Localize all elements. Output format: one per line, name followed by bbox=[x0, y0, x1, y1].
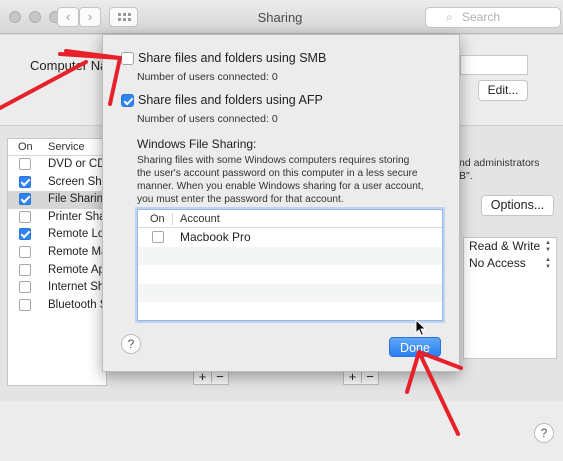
permission-popup[interactable]: Read & Write ▲ ▼ bbox=[464, 238, 556, 255]
description-line: the user's account password on this comp… bbox=[137, 168, 418, 179]
service-checkbox[interactable] bbox=[19, 175, 31, 188]
edit-button[interactable]: Edit... bbox=[478, 80, 528, 101]
smb-label: Share files and folders using SMB bbox=[138, 51, 327, 65]
chevron-right-icon: › bbox=[87, 9, 93, 24]
service-checkbox[interactable] bbox=[19, 228, 31, 241]
updown-arrows-icon: ▲ ▼ bbox=[545, 257, 551, 270]
service-checkbox[interactable] bbox=[19, 193, 31, 206]
computer-name-label: Computer Na bbox=[30, 58, 108, 73]
windows-sharing-description: Sharing files with some Windows computer… bbox=[137, 154, 437, 206]
empty-row bbox=[138, 265, 442, 284]
description-line: you must enter the password for that acc… bbox=[137, 194, 344, 205]
service-name: Bluetooth S bbox=[48, 298, 108, 311]
empty-row bbox=[138, 302, 442, 321]
back-button[interactable]: ‹ bbox=[57, 7, 79, 27]
service-row-dvd[interactable]: DVD or CD bbox=[8, 156, 106, 174]
permission-value: No Access bbox=[469, 256, 526, 270]
description-line: nd administrators bbox=[459, 157, 540, 169]
service-name: File Sharing bbox=[48, 193, 110, 206]
done-button[interactable]: Done bbox=[389, 337, 441, 357]
service-name: Screen Sha bbox=[48, 175, 109, 188]
service-name: Remote Ap bbox=[48, 263, 105, 276]
close-window-button[interactable] bbox=[9, 11, 21, 23]
minimize-window-button[interactable] bbox=[29, 11, 41, 23]
account-row[interactable]: Macbook Pro bbox=[138, 228, 442, 247]
permission-value: Read & Write bbox=[469, 239, 541, 253]
afp-label: Share files and folders using AFP bbox=[138, 93, 323, 107]
service-name: DVD or CD bbox=[48, 158, 106, 170]
description-line: B". bbox=[459, 170, 473, 182]
smb-checkbox[interactable] bbox=[121, 52, 134, 65]
service-row-file-sharing[interactable]: File Sharing bbox=[8, 191, 110, 209]
service-name: Printer Sha bbox=[48, 210, 106, 223]
empty-row bbox=[138, 283, 442, 303]
service-name: Remote Ma bbox=[48, 245, 108, 258]
file-sharing-options-sheet: Share files and folders using SMB Number… bbox=[102, 34, 460, 372]
description-line: manner. When you enable Windows sharing … bbox=[137, 181, 424, 192]
forward-button[interactable]: › bbox=[79, 7, 101, 27]
service-row-printer[interactable]: Printer Sha bbox=[8, 209, 106, 227]
service-checkbox[interactable] bbox=[19, 210, 31, 223]
account-checkbox[interactable] bbox=[152, 231, 164, 243]
options-button[interactable]: Options... bbox=[481, 195, 554, 216]
permissions-list: Read & Write ▲ ▼ No Access ▲ ▼ bbox=[463, 237, 557, 359]
mouse-pointer-icon bbox=[415, 319, 427, 337]
service-row-internet-sharing[interactable]: Internet Sh bbox=[8, 279, 106, 297]
description-line: Sharing files with some Windows computer… bbox=[137, 155, 410, 166]
search-field[interactable]: ⌕ Search bbox=[425, 7, 561, 28]
empty-row bbox=[138, 246, 442, 266]
account-name: Macbook Pro bbox=[180, 230, 251, 244]
service-name: Internet Sh bbox=[48, 281, 105, 294]
updown-arrows-icon: ▲ ▼ bbox=[545, 240, 551, 253]
sheet-help-button[interactable]: ? bbox=[121, 334, 141, 354]
accounts-header: On Account bbox=[138, 210, 442, 228]
chevron-left-icon: ‹ bbox=[65, 9, 71, 24]
help-button[interactable]: ? bbox=[534, 423, 554, 443]
service-row-remote-login[interactable]: Remote Log bbox=[8, 226, 111, 244]
col-on-header: On bbox=[150, 213, 165, 225]
col-account-header: Account bbox=[180, 213, 220, 225]
computer-name-field[interactable] bbox=[460, 55, 528, 75]
column-divider bbox=[172, 213, 173, 225]
service-row-bluetooth[interactable]: Bluetooth S bbox=[8, 297, 108, 315]
service-checkbox[interactable] bbox=[19, 281, 31, 294]
col-service-header: Service bbox=[48, 141, 85, 153]
accounts-table: On Account Macbook Pro bbox=[137, 209, 443, 321]
permission-popup[interactable]: No Access ▲ ▼ bbox=[464, 255, 556, 272]
services-header: On Service bbox=[8, 139, 106, 156]
afp-checkbox[interactable] bbox=[121, 94, 134, 107]
smb-users-count: Number of users connected: 0 bbox=[137, 71, 278, 83]
service-row-screen[interactable]: Screen Sha bbox=[8, 174, 109, 192]
service-row-remote-apple-events[interactable]: Remote Ap bbox=[8, 262, 106, 280]
sharing-description: nd administrators B". bbox=[459, 157, 540, 183]
window-title: Sharing bbox=[257, 10, 303, 25]
windows-sharing-title: Windows File Sharing: bbox=[137, 137, 257, 151]
services-list: On Service DVD or CD Screen Sha File Sha… bbox=[7, 138, 111, 386]
afp-users-count: Number of users connected: 0 bbox=[137, 113, 278, 125]
show-all-button[interactable] bbox=[109, 7, 138, 27]
service-checkbox[interactable] bbox=[19, 158, 31, 170]
title-bar: ‹ › Sharing ⌕ Search bbox=[0, 0, 563, 34]
magnifier-icon: ⌕ bbox=[446, 10, 453, 24]
service-checkbox[interactable] bbox=[19, 263, 31, 276]
col-on-header: On bbox=[18, 141, 33, 153]
search-placeholder: Search bbox=[462, 10, 501, 24]
service-checkbox[interactable] bbox=[19, 245, 31, 258]
service-row-remote-management[interactable]: Remote Ma bbox=[8, 244, 108, 262]
service-checkbox[interactable] bbox=[19, 298, 31, 311]
